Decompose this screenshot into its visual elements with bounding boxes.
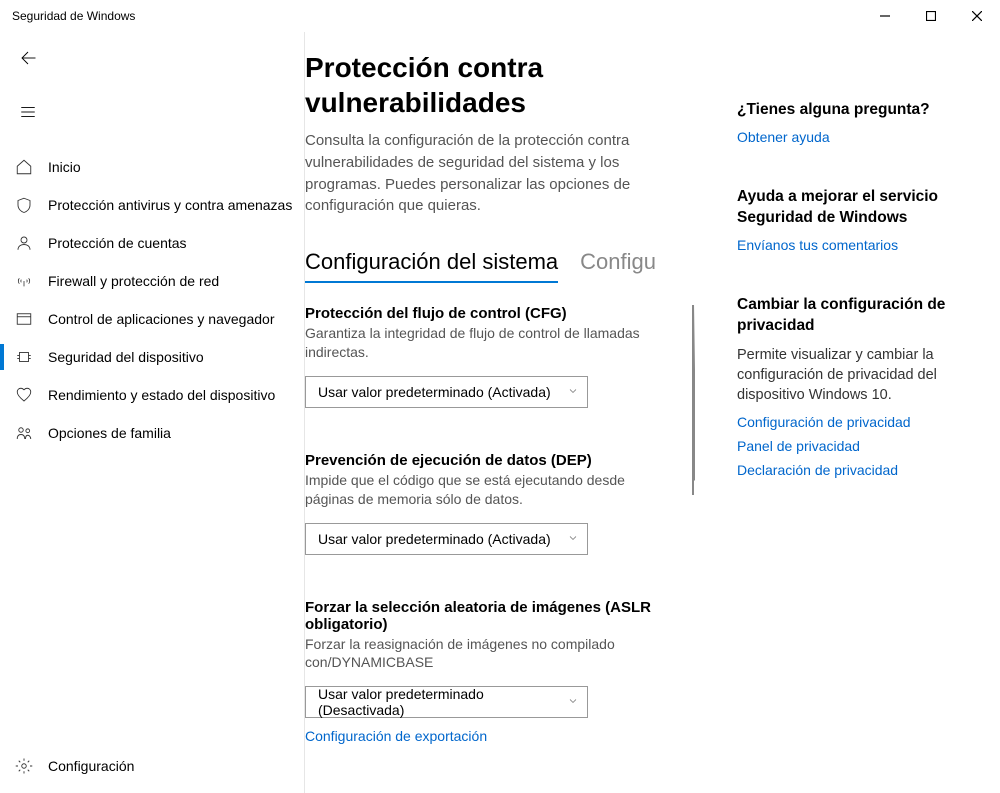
sidebar-item-label: Rendimiento y estado del dispositivo (48, 387, 275, 403)
send-feedback-link[interactable]: Envíanos tus comentarios (737, 237, 980, 253)
antenna-icon (14, 271, 34, 291)
chevron-down-icon (567, 384, 579, 400)
tabs: Configuración del sistema Configu (305, 249, 695, 283)
home-icon (14, 157, 34, 177)
export-settings-link[interactable]: Configuración de exportación (305, 728, 666, 744)
close-button[interactable] (954, 0, 1000, 32)
shield-icon (14, 195, 34, 215)
sidebar-item-label: Inicio (48, 159, 81, 175)
privacy-description: Permite visualizar y cambiar la configur… (737, 345, 980, 406)
sidebar-item-device-security[interactable]: Seguridad del dispositivo (0, 338, 304, 376)
heart-icon (14, 385, 34, 405)
sidebar-item-account[interactable]: Protección de cuentas (0, 224, 304, 262)
select-value: Usar valor predeterminado (Activada) (318, 384, 551, 400)
minimize-button[interactable] (862, 0, 908, 32)
sidebar-item-label: Configuración (48, 758, 134, 774)
privacy-dashboard-link[interactable]: Panel de privacidad (737, 438, 980, 454)
setting-description: Garantiza la integridad de flujo de cont… (305, 324, 666, 362)
setting-aslr: Forzar la selección aleatoria de imágene… (305, 599, 666, 719)
back-button[interactable] (8, 38, 48, 78)
right-pane: ¿Tienes alguna pregunta? Obtener ayuda A… (695, 32, 1000, 793)
maximize-button[interactable] (908, 0, 954, 32)
setting-cfg-select[interactable]: Usar valor predeterminado (Activada) (305, 376, 588, 408)
setting-title: Forzar la selección aleatoria de imágene… (305, 599, 666, 633)
privacy-statement-link[interactable]: Declaración de privacidad (737, 462, 980, 478)
help-title: ¿Tienes alguna pregunta? (737, 100, 980, 121)
sidebar-item-family[interactable]: Opciones de familia (0, 414, 304, 452)
page-title: Protección contra vulnerabilidades (305, 50, 695, 120)
sidebar-item-label: Firewall y protección de red (48, 273, 219, 289)
sidebar-item-label: Protección antivirus y contra amenazas (48, 197, 292, 213)
setting-title: Prevención de ejecución de datos (DEP) (305, 452, 666, 469)
select-value: Usar valor predeterminado (Desactivada) (318, 686, 567, 718)
person-icon (14, 233, 34, 253)
settings-scroll-area[interactable]: Protección del flujo de control (CFG) Ga… (305, 305, 695, 744)
sidebar-item-app-browser[interactable]: Control de aplicaciones y navegador (0, 300, 304, 338)
feedback-title: Ayuda a mejorar el servicio Seguridad de… (737, 187, 980, 229)
sidebar: Inicio Protección antivirus y contra ame… (0, 32, 305, 793)
setting-description: Forzar la reasignación de imágenes no co… (305, 635, 666, 673)
window-icon (14, 309, 34, 329)
family-icon (14, 423, 34, 443)
hamburger-button[interactable] (8, 92, 48, 132)
setting-dep: Prevención de ejecución de datos (DEP) I… (305, 452, 666, 555)
chevron-down-icon (567, 694, 579, 710)
titlebar: Seguridad de Windows (0, 0, 1000, 32)
main-content: Protección contra vulnerabilidades Consu… (305, 32, 695, 793)
sidebar-item-performance[interactable]: Rendimiento y estado del dispositivo (0, 376, 304, 414)
help-section: ¿Tienes alguna pregunta? Obtener ayuda (737, 100, 980, 145)
sidebar-item-label: Protección de cuentas (48, 235, 187, 251)
get-help-link[interactable]: Obtener ayuda (737, 129, 980, 145)
sidebar-item-label: Seguridad del dispositivo (48, 349, 204, 365)
privacy-title: Cambiar la configuración de privacidad (737, 295, 980, 337)
feedback-section: Ayuda a mejorar el servicio Seguridad de… (737, 187, 980, 253)
setting-dep-select[interactable]: Usar valor predeterminado (Activada) (305, 523, 588, 555)
tab-system-settings[interactable]: Configuración del sistema (305, 249, 558, 283)
chip-icon (14, 347, 34, 367)
page-description: Consulta la configuración de la protecci… (305, 130, 695, 217)
gear-icon (14, 756, 34, 776)
setting-title: Protección del flujo de control (CFG) (305, 305, 666, 322)
chevron-down-icon (567, 531, 579, 547)
sidebar-item-label: Control de aplicaciones y navegador (48, 311, 274, 327)
sidebar-item-settings[interactable]: Configuración (0, 747, 304, 785)
tab-program-settings[interactable]: Configu (580, 249, 656, 283)
setting-aslr-select[interactable]: Usar valor predeterminado (Desactivada) (305, 686, 588, 718)
select-value: Usar valor predeterminado (Activada) (318, 531, 551, 547)
setting-description: Impide que el código que se está ejecuta… (305, 471, 666, 509)
sidebar-item-home[interactable]: Inicio (0, 148, 304, 186)
sidebar-item-label: Opciones de familia (48, 425, 171, 441)
setting-cfg: Protección del flujo de control (CFG) Ga… (305, 305, 666, 408)
privacy-settings-link[interactable]: Configuración de privacidad (737, 414, 980, 430)
window-title: Seguridad de Windows (12, 9, 135, 23)
privacy-section: Cambiar la configuración de privacidad P… (737, 295, 980, 478)
sidebar-item-firewall[interactable]: Firewall y protección de red (0, 262, 304, 300)
sidebar-item-virus[interactable]: Protección antivirus y contra amenazas (0, 186, 304, 224)
